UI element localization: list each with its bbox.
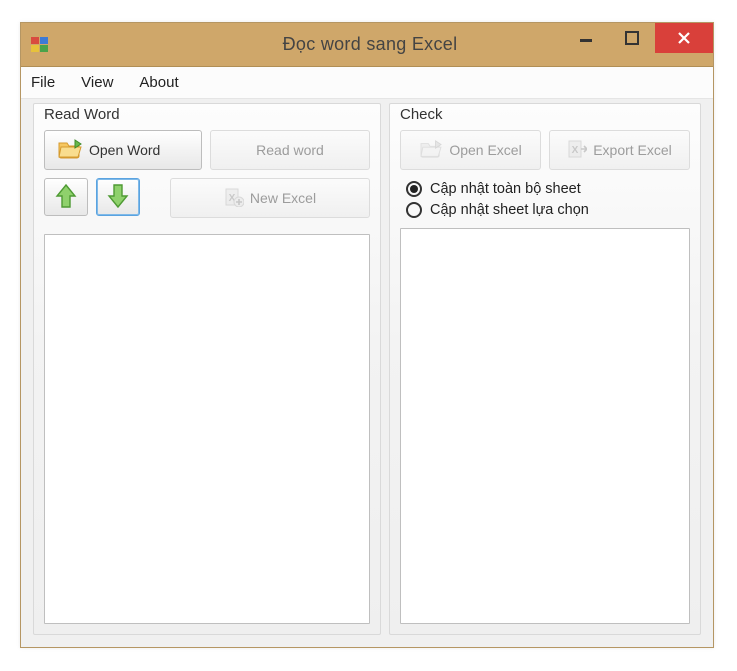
close-button[interactable] bbox=[655, 23, 713, 53]
read-word-label: Read word bbox=[256, 142, 324, 158]
arrow-down-icon bbox=[107, 183, 129, 212]
excel-export-icon: X bbox=[567, 139, 587, 162]
check-group-title: Check bbox=[400, 106, 443, 123]
window-controls bbox=[563, 23, 713, 53]
arrow-up-icon bbox=[55, 183, 77, 212]
radio-icon bbox=[406, 181, 422, 197]
radio-update-selected-label: Cập nhật sheet lựa chọn bbox=[430, 202, 589, 218]
read-word-button[interactable]: Read word bbox=[210, 130, 370, 170]
check-group: Check Open Excel bbox=[389, 103, 701, 635]
open-word-label: Open Word bbox=[89, 142, 160, 158]
radio-update-all[interactable]: Cập nhật toàn bộ sheet bbox=[406, 181, 690, 197]
excel-new-icon: X bbox=[224, 187, 244, 210]
open-word-button[interactable]: Open Word bbox=[44, 130, 202, 170]
new-excel-label: New Excel bbox=[250, 190, 316, 206]
export-excel-label: Export Excel bbox=[593, 142, 672, 158]
open-excel-button[interactable]: Open Excel bbox=[400, 130, 541, 170]
excel-list[interactable] bbox=[400, 228, 690, 624]
folder-open-icon bbox=[419, 139, 443, 162]
maximize-button[interactable] bbox=[609, 23, 655, 53]
word-list[interactable] bbox=[44, 234, 370, 624]
radio-update-selected[interactable]: Cập nhật sheet lựa chọn bbox=[406, 202, 690, 218]
export-excel-button[interactable]: X Export Excel bbox=[549, 130, 690, 170]
menubar: File View About bbox=[21, 67, 713, 99]
menu-about[interactable]: About bbox=[139, 74, 178, 91]
client-area: Read Word Open Word Read word bbox=[21, 99, 713, 647]
minimize-button[interactable] bbox=[563, 23, 609, 53]
read-word-group: Read Word Open Word Read word bbox=[33, 103, 381, 635]
open-excel-label: Open Excel bbox=[449, 142, 521, 158]
new-excel-button[interactable]: X New Excel bbox=[170, 178, 370, 218]
menu-view[interactable]: View bbox=[81, 74, 113, 91]
move-up-button[interactable] bbox=[44, 178, 88, 216]
menu-file[interactable]: File bbox=[31, 74, 55, 91]
svg-text:X: X bbox=[572, 145, 579, 156]
folder-open-icon bbox=[57, 138, 83, 163]
move-down-button[interactable] bbox=[96, 178, 140, 216]
app-window: Đọc word sang Excel File View About Read… bbox=[20, 22, 714, 648]
radio-icon bbox=[406, 202, 422, 218]
read-word-group-title: Read Word bbox=[44, 106, 120, 123]
titlebar: Đọc word sang Excel bbox=[21, 23, 713, 67]
radio-update-all-label: Cập nhật toàn bộ sheet bbox=[430, 181, 581, 197]
